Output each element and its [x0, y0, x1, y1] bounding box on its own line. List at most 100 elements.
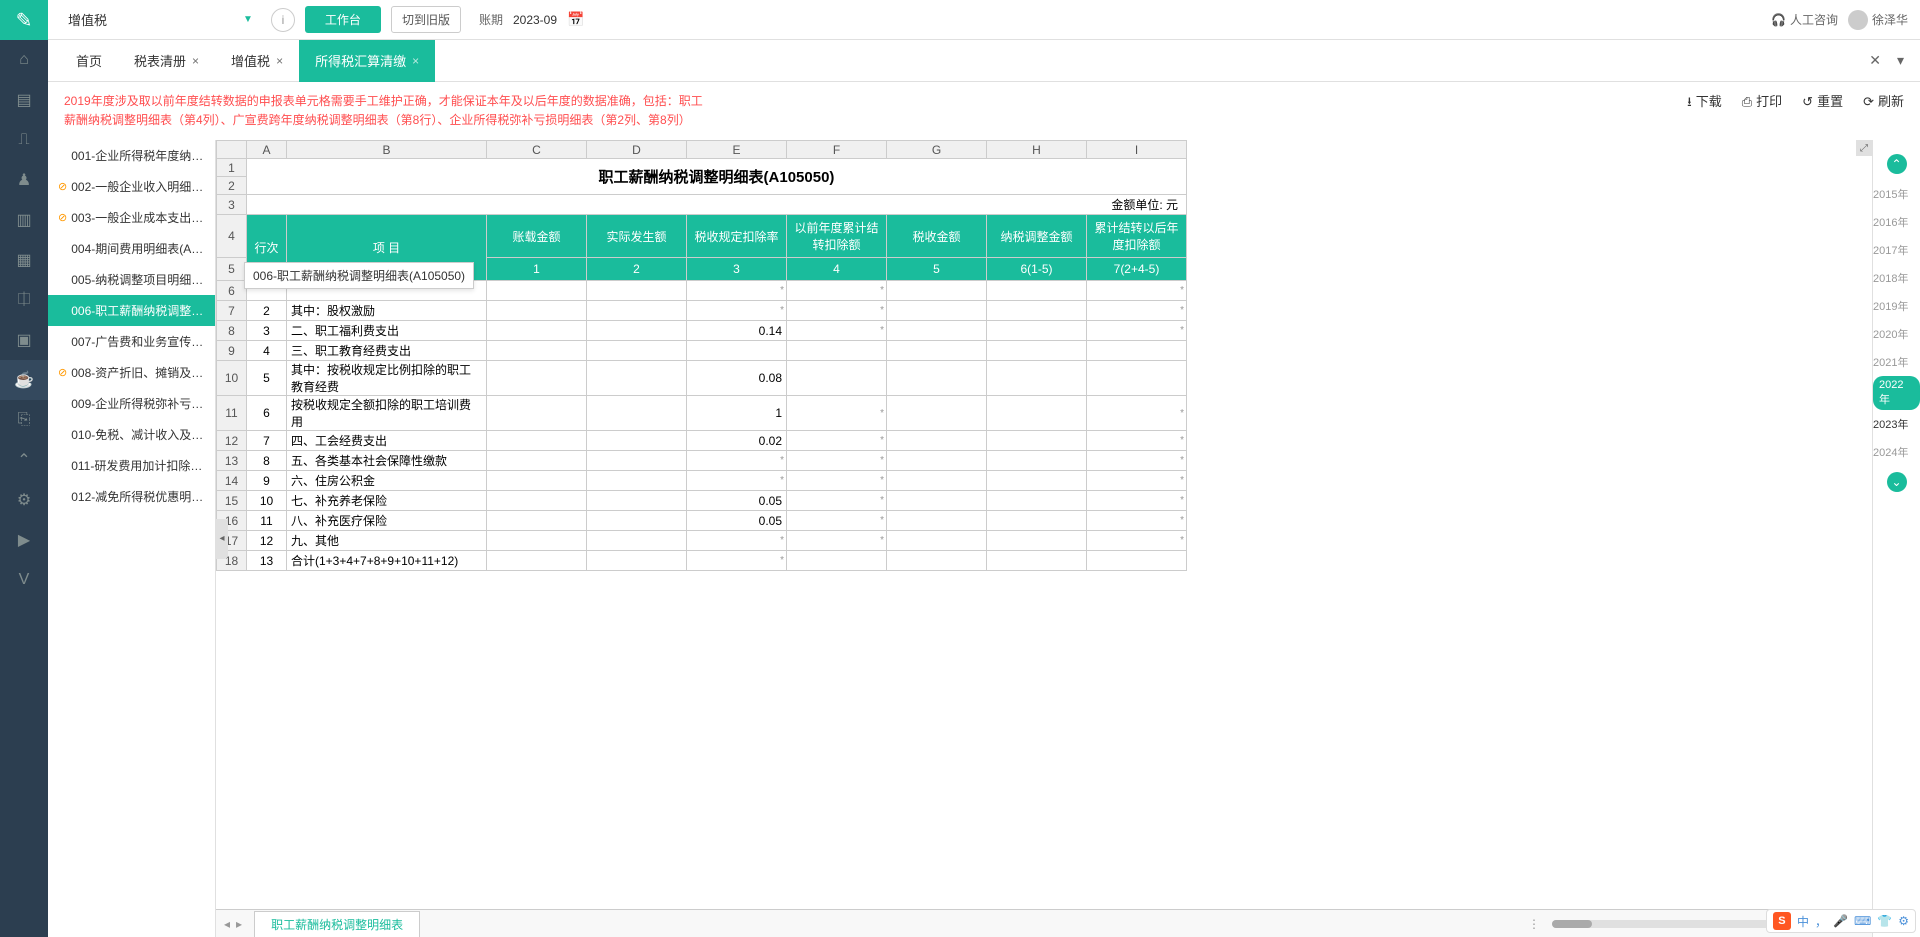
header-n4[interactable]: 4 [787, 258, 887, 281]
data-cell[interactable] [587, 531, 687, 551]
row-header[interactable]: 14 [217, 471, 247, 491]
data-cell[interactable] [587, 491, 687, 511]
data-cell[interactable] [587, 471, 687, 491]
tab[interactable]: 首页 [60, 40, 118, 82]
data-cell[interactable]: * [687, 301, 787, 321]
app-logo[interactable]: ✎ [0, 0, 48, 40]
data-cell[interactable] [887, 431, 987, 451]
row-header[interactable]: 2 [217, 177, 247, 195]
data-cell[interactable] [587, 451, 687, 471]
info-icon-button[interactable]: i [271, 8, 295, 32]
data-cell[interactable] [887, 491, 987, 511]
data-cell[interactable]: 11 [247, 511, 287, 531]
data-cell[interactable] [487, 361, 587, 396]
data-cell[interactable] [587, 321, 687, 341]
data-cell[interactable] [1087, 341, 1187, 361]
ime-lang[interactable]: 中 [1797, 913, 1809, 930]
data-cell[interactable]: * [787, 301, 887, 321]
data-cell[interactable]: * [787, 511, 887, 531]
data-cell[interactable]: * [1087, 511, 1187, 531]
data-cell[interactable]: * [787, 531, 887, 551]
data-cell[interactable]: * [787, 471, 887, 491]
data-cell[interactable]: 0.05 [687, 511, 787, 531]
data-cell[interactable] [787, 341, 887, 361]
header-c1[interactable]: 账载金额 [487, 215, 587, 258]
nav-chart-icon[interactable]: ⎍ [0, 120, 48, 160]
tab[interactable]: 增值税× [215, 40, 299, 82]
data-cell[interactable] [487, 531, 587, 551]
year-item[interactable]: 2024年 [1873, 438, 1920, 466]
nav-money-icon[interactable]: ♟ [0, 160, 48, 200]
nav-report-icon[interactable]: ▦ [0, 240, 48, 280]
nav-archive-icon[interactable]: ⌃ [0, 440, 48, 480]
data-cell[interactable] [487, 551, 587, 571]
form-list-item[interactable]: ⊘001-企业所得税年度纳税申... [48, 140, 215, 171]
data-cell[interactable]: * [787, 281, 887, 301]
data-cell[interactable]: 2 [247, 301, 287, 321]
data-cell[interactable]: 7 [247, 431, 287, 451]
data-cell[interactable]: 13 [247, 551, 287, 571]
row-header[interactable]: 12 [217, 431, 247, 451]
scrollbar-thumb[interactable] [1552, 920, 1592, 928]
data-cell[interactable] [1087, 551, 1187, 571]
data-cell[interactable] [987, 471, 1087, 491]
nav-clipboard-icon[interactable]: ▥ [0, 200, 48, 240]
data-cell[interactable] [487, 471, 587, 491]
tabs-dropdown-icon[interactable]: ▾ [1893, 48, 1908, 73]
header-n1[interactable]: 1 [487, 258, 587, 281]
support-link[interactable]: 🎧 人工咨询 [1771, 11, 1838, 28]
close-icon[interactable]: × [412, 54, 419, 68]
form-list-item[interactable]: ⊘010-免税、减计收入及加计... [48, 419, 215, 450]
header-c3[interactable]: 税收规定扣除率 [687, 215, 787, 258]
year-item[interactable]: 2016年 [1873, 208, 1920, 236]
sheet-corner[interactable] [217, 141, 247, 159]
data-cell[interactable] [487, 431, 587, 451]
header-n6[interactable]: 6(1-5) [987, 258, 1087, 281]
form-list-item[interactable]: ⊘008-资产折旧、摊销及纳税... [48, 357, 215, 388]
data-cell[interactable] [1087, 361, 1187, 396]
data-cell[interactable]: * [787, 451, 887, 471]
data-cell[interactable] [587, 511, 687, 531]
data-cell[interactable]: * [1087, 321, 1187, 341]
year-item[interactable]: 2017年 [1873, 236, 1920, 264]
data-cell[interactable]: 0.08 [687, 361, 787, 396]
data-cell[interactable] [987, 396, 1087, 431]
form-list-item[interactable]: ⊘009-企业所得税弥补亏损明... [48, 388, 215, 419]
nav-image-icon[interactable]: ▣ [0, 320, 48, 360]
data-cell[interactable]: 六、住房公积金 [287, 471, 487, 491]
data-cell[interactable]: 9 [247, 471, 287, 491]
col-header-H[interactable]: H [987, 141, 1087, 159]
data-cell[interactable]: * [687, 471, 787, 491]
col-header-E[interactable]: E [687, 141, 787, 159]
row-header[interactable]: 11 [217, 396, 247, 431]
reset-button[interactable]: ↺重置 [1802, 92, 1843, 113]
data-cell[interactable]: 其中：按税收规定比例扣除的职工教育经费 [287, 361, 487, 396]
data-cell[interactable] [887, 341, 987, 361]
data-cell[interactable] [887, 321, 987, 341]
data-cell[interactable]: * [687, 281, 787, 301]
row-header[interactable]: 15 [217, 491, 247, 511]
data-cell[interactable] [887, 281, 987, 301]
data-cell[interactable] [987, 341, 1087, 361]
close-icon[interactable]: × [276, 54, 283, 68]
form-list-item[interactable]: ⊘012-减免所得税优惠明细表(... [48, 481, 215, 512]
header-n7[interactable]: 7(2+4-5) [1087, 258, 1187, 281]
data-cell[interactable] [487, 321, 587, 341]
data-cell[interactable] [987, 491, 1087, 511]
year-item[interactable]: 2018年 [1873, 264, 1920, 292]
data-cell[interactable] [987, 531, 1087, 551]
data-cell[interactable] [987, 301, 1087, 321]
data-cell[interactable] [587, 551, 687, 571]
year-item[interactable]: 2023年 [1873, 410, 1920, 438]
switch-old-button[interactable]: 切到旧版 [391, 6, 461, 33]
data-cell[interactable] [787, 551, 887, 571]
header-c5[interactable]: 税收金额 [887, 215, 987, 258]
sheet-split-icon[interactable]: ⋮ [1528, 917, 1540, 931]
spreadsheet-table[interactable]: A B C D E F G H I 1 [216, 140, 1187, 571]
header-c2[interactable]: 实际发生额 [587, 215, 687, 258]
data-cell[interactable]: * [787, 321, 887, 341]
data-cell[interactable] [487, 511, 587, 531]
row-header[interactable]: 9 [217, 341, 247, 361]
data-cell[interactable] [887, 451, 987, 471]
data-cell[interactable]: * [1087, 301, 1187, 321]
